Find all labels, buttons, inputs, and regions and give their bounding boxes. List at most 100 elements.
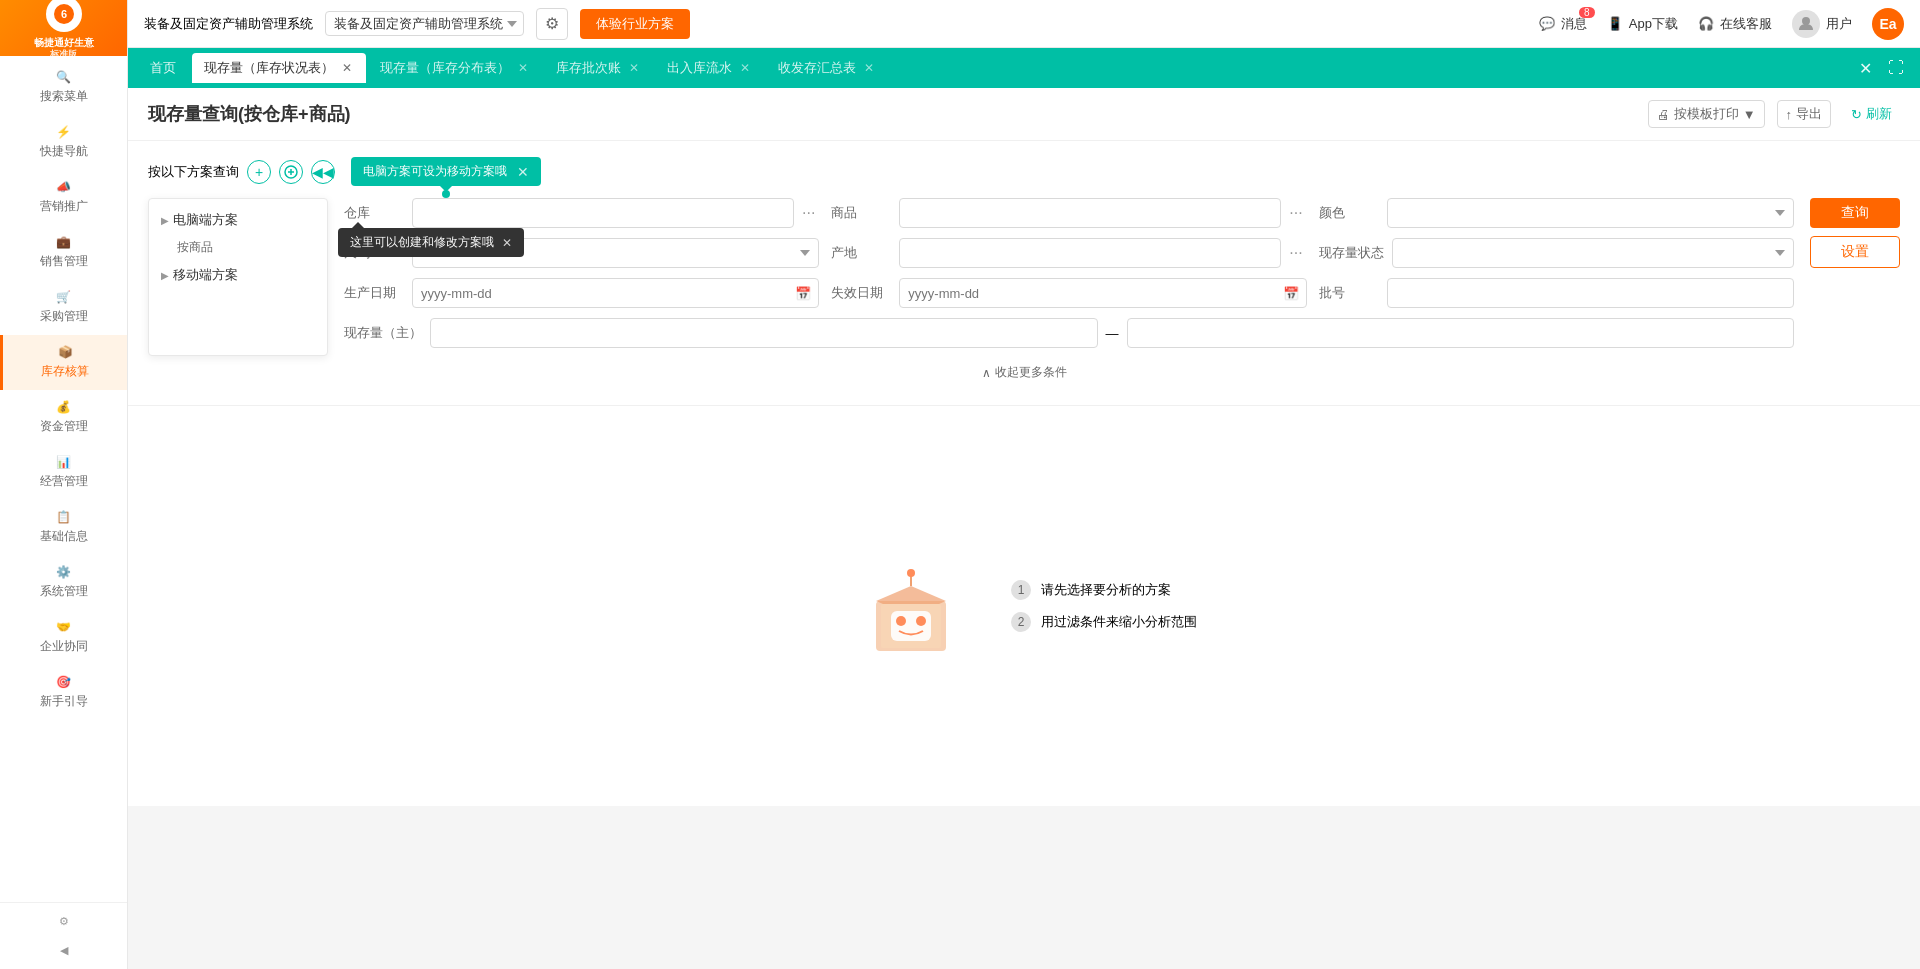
sidebar-item-label: 营销推广: [40, 198, 88, 215]
filter-warehouse: 仓库 ···: [344, 198, 819, 228]
tab-close-all[interactable]: ✕: [1855, 55, 1876, 82]
tab-batch-account[interactable]: 库存批次账 ✕: [544, 53, 653, 83]
origin-input[interactable]: [899, 238, 1281, 268]
warehouse-input[interactable]: [412, 198, 794, 228]
app-logo: 6 畅捷通好生意 标准版: [0, 0, 127, 56]
message-button[interactable]: 💬 消息 8: [1539, 15, 1587, 33]
tabbar-right: ✕ ⛶: [1855, 55, 1912, 82]
inventory-qty-min[interactable]: [430, 318, 1098, 348]
reset-button[interactable]: 设置: [1810, 236, 1900, 268]
plan-sub-item[interactable]: 按商品: [149, 235, 327, 260]
svg-point-8: [896, 616, 906, 626]
tab-close-inventory-status[interactable]: ✕: [340, 60, 354, 76]
gear-icon: ⚙️: [56, 565, 71, 579]
tab-close-batch-account[interactable]: ✕: [627, 60, 641, 76]
sidebar-item-basicinfo[interactable]: 📋 基础信息: [0, 500, 127, 555]
sidebar-item-collab[interactable]: 🤝 企业协同: [0, 610, 127, 665]
tooltip2-arrow: [352, 222, 364, 228]
app-download-label: App下载: [1629, 15, 1678, 33]
tab-close-flow[interactable]: ✕: [738, 60, 752, 76]
expire-date-input[interactable]: [899, 278, 1306, 308]
app-download-button[interactable]: 📱 App下载: [1607, 15, 1678, 33]
warehouse-dots[interactable]: ···: [798, 204, 819, 222]
sidebar-item-guide[interactable]: 🎯 新手引导: [0, 665, 127, 720]
expand-icon: ▶: [161, 215, 169, 226]
tab-summary[interactable]: 收发存汇总表 ✕: [766, 53, 888, 83]
sidebar-item-purchase[interactable]: 🛒 采购管理: [0, 280, 127, 335]
settings-button[interactable]: ⚙: [536, 8, 568, 40]
batch-input[interactable]: [1387, 278, 1794, 308]
tab-label: 库存批次账: [556, 59, 621, 77]
calendar-icon2[interactable]: 📅: [1283, 286, 1299, 301]
sidebar-item-label: 销售管理: [40, 253, 88, 270]
expand-icon2: ▶: [161, 270, 169, 281]
tab-inventory-status[interactable]: 现存量（库存状况表） ✕: [192, 53, 366, 83]
clipboard-icon: 📋: [56, 510, 71, 524]
system-selector[interactable]: 装备及固定资产辅助管理系统: [325, 11, 524, 36]
filter-row1: 仓库 ··· 商品 ···: [344, 198, 1794, 228]
tooltip2-close[interactable]: ✕: [502, 236, 512, 250]
filter-form: 仓库 ··· 商品 ···: [344, 198, 1794, 356]
sidebar-item-quicknav[interactable]: ⚡ 快捷导航: [0, 115, 127, 170]
handshake-icon: 🤝: [56, 620, 71, 634]
tab-close-inventory-dist[interactable]: ✕: [516, 60, 530, 76]
plan-tooltip1: 电脑方案可设为移动方案哦 ✕: [351, 157, 541, 186]
edit-plan-button[interactable]: [279, 160, 303, 184]
sidebar-item-label: 系统管理: [40, 583, 88, 600]
produce-date-input[interactable]: [412, 278, 819, 308]
sidebar-item-label: 采购管理: [40, 308, 88, 325]
range-separator: —: [1106, 326, 1119, 341]
user-label: 用户: [1826, 15, 1852, 33]
svg-point-11: [907, 569, 915, 577]
product-input[interactable]: [899, 198, 1281, 228]
box-icon: 📦: [58, 345, 73, 359]
product-dots[interactable]: ···: [1285, 204, 1306, 222]
origin-dots[interactable]: ···: [1285, 244, 1306, 262]
tab-inventory-dist[interactable]: 现存量（库存分布表） ✕: [368, 53, 542, 83]
prev-plan-button[interactable]: ◀◀: [311, 160, 335, 184]
filter-expire-date: 失效日期 📅: [831, 278, 1306, 308]
industry-plan-button[interactable]: 体验行业方案: [580, 9, 690, 39]
sidebar-item-label: 基础信息: [40, 528, 88, 545]
tab-label: 出入库流水: [667, 59, 732, 77]
tab-close-summary[interactable]: ✕: [862, 60, 876, 76]
tab-flow[interactable]: 出入库流水 ✕: [655, 53, 764, 83]
briefcase-icon: 💼: [56, 235, 71, 249]
tab-home[interactable]: 首页: [136, 53, 190, 83]
sidebar-item-inventory[interactable]: 📦 库存核算: [0, 335, 127, 390]
export-button[interactable]: ↑ 导出: [1777, 100, 1832, 128]
sidebar-item-label: 搜索菜单: [40, 88, 88, 105]
inventory-status-select[interactable]: [1392, 238, 1794, 268]
sidebar-collapse[interactable]: ◀: [56, 940, 72, 961]
sidebar-settings[interactable]: ⚙: [55, 911, 73, 932]
filter-color: 颜色: [1319, 198, 1794, 228]
sidebar-item-system[interactable]: ⚙️ 系统管理: [0, 555, 127, 610]
plan-tree-mobile[interactable]: ▶ 移动端方案: [149, 260, 327, 290]
hint1-num: 1: [1011, 580, 1031, 600]
home-label: 首页: [150, 59, 176, 77]
plan-tree-desktop[interactable]: ▶ 电脑端方案: [149, 205, 327, 235]
sidebar-item-finance[interactable]: 💰 资金管理: [0, 390, 127, 445]
online-support-button[interactable]: 🎧 在线客服: [1698, 15, 1772, 33]
print-button[interactable]: 🖨 按模板打印 ▼: [1648, 100, 1765, 128]
inventory-qty-max[interactable]: [1127, 318, 1795, 348]
search-button[interactable]: 查询: [1810, 198, 1900, 228]
tab-fullscreen[interactable]: ⛶: [1884, 55, 1908, 81]
refresh-button[interactable]: ↻ 刷新: [1843, 101, 1900, 127]
sidebar-item-marketing[interactable]: 📣 营销推广: [0, 170, 127, 225]
tooltip1-close[interactable]: ✕: [517, 164, 529, 180]
hint2-text: 用过滤条件来缩小分析范围: [1041, 613, 1197, 631]
sidebar-item-operations[interactable]: 📊 经营管理: [0, 445, 127, 500]
tabbar: 首页 现存量（库存状况表） ✕ 现存量（库存分布表） ✕ 库存批次账 ✕ 出入库…: [128, 48, 1920, 88]
produce-date-input-group: 📅: [412, 278, 819, 308]
color-select[interactable]: [1387, 198, 1794, 228]
sidebar-item-search[interactable]: 🔍 搜索菜单: [0, 60, 127, 115]
calendar-icon[interactable]: 📅: [795, 286, 811, 301]
add-plan-button[interactable]: +: [247, 160, 271, 184]
user-menu[interactable]: 用户: [1792, 10, 1852, 38]
warehouse-input-group: ···: [412, 198, 819, 228]
sidebar-item-sales[interactable]: 💼 销售管理: [0, 225, 127, 280]
filter-produce-date: 生产日期 📅: [344, 278, 819, 308]
filter-batch: 批号: [1319, 278, 1794, 308]
collapse-filter-button[interactable]: ∧ 收起更多条件: [148, 356, 1900, 389]
